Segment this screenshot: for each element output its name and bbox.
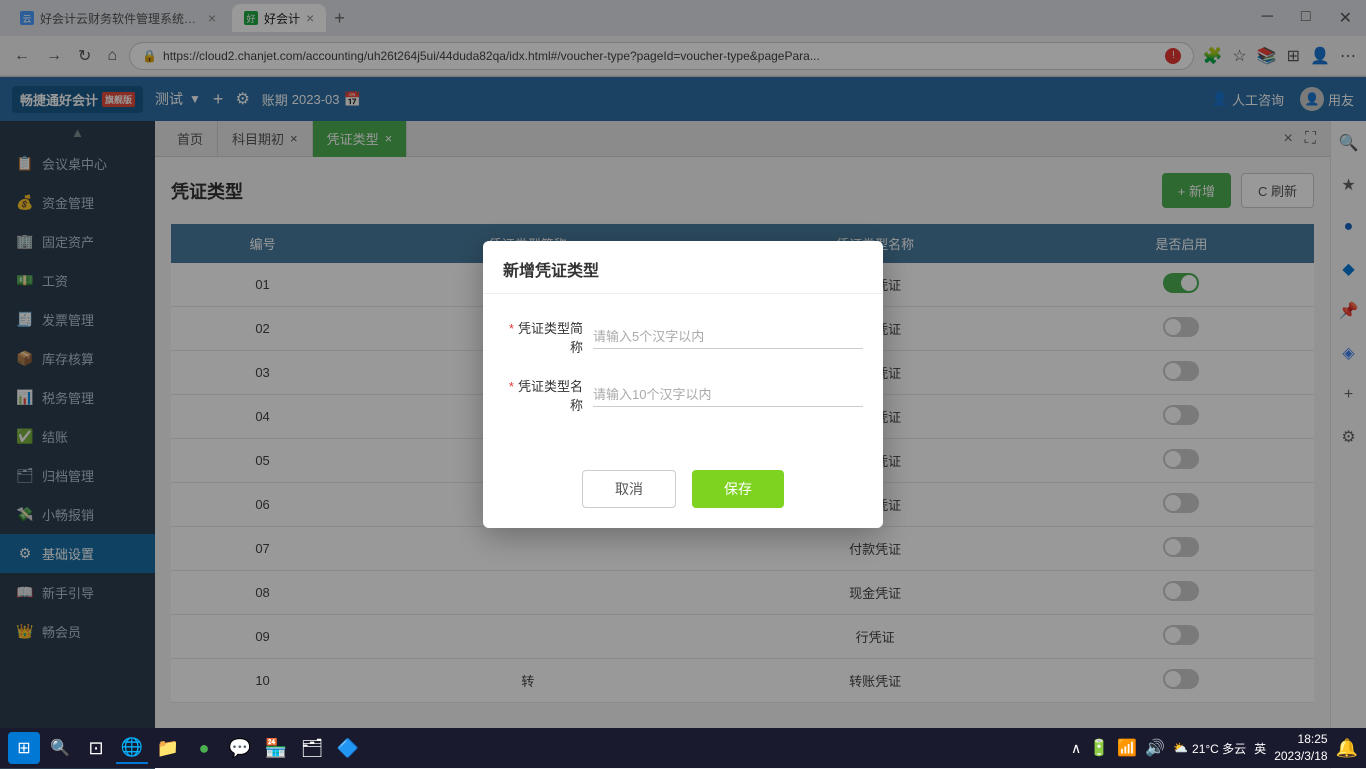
required-mark-abbr: * — [509, 321, 514, 336]
form-label-abbr: *凭证类型简称 — [503, 318, 593, 356]
modal-footer: 取消 保存 — [483, 458, 883, 528]
voucher-name-input[interactable] — [593, 383, 863, 407]
save-label: 保存 — [724, 481, 752, 497]
taskbar-battery-icon[interactable]: 🔋 — [1089, 738, 1109, 758]
taskbar-chrome-icon[interactable]: ● — [188, 732, 220, 764]
taskbar-explorer-icon[interactable]: 📁 — [152, 732, 184, 764]
add-voucher-type-modal: 新增凭证类型 *凭证类型简称 *凭证类型名称 取消 保存 — [483, 241, 883, 528]
save-button[interactable]: 保存 — [692, 470, 784, 508]
taskbar-language-button[interactable]: 英 — [1254, 740, 1266, 757]
modal-body: *凭证类型简称 *凭证类型名称 — [483, 294, 883, 458]
taskbar-datetime[interactable]: 18:25 2023/3/18 — [1274, 731, 1327, 765]
taskbar-notification-icon[interactable]: 🔔 — [1336, 738, 1358, 759]
taskbar-files-icon[interactable]: 🗂 — [296, 732, 328, 764]
taskbar-time-display: 18:25 — [1274, 731, 1327, 748]
modal-overlay: 新增凭证类型 *凭证类型简称 *凭证类型名称 取消 保存 — [0, 0, 1366, 768]
taskbar-date-display: 2023/3/18 — [1274, 748, 1327, 765]
taskbar-search-button[interactable]: 🔍 — [44, 732, 76, 764]
taskbar-edge-icon[interactable]: 🌐 — [116, 732, 148, 764]
taskbar-wifi-icon[interactable]: 📶 — [1117, 738, 1137, 758]
cancel-label: 取消 — [615, 481, 643, 497]
taskbar-appstore-icon[interactable]: 🏪 — [260, 732, 292, 764]
taskbar-sound-icon[interactable]: 🔊 — [1145, 738, 1165, 758]
taskbar-browser2-icon[interactable]: 🔷 — [332, 732, 364, 764]
modal-header: 新增凭证类型 — [483, 241, 883, 294]
taskbar-task-view[interactable]: ⊡ — [80, 732, 112, 764]
taskbar-weather: ⛅ 21°C 多云 — [1173, 740, 1246, 757]
taskbar: ⊞ 🔍 ⊡ 🌐 📁 ● 💬 🏪 🗂 🔷 ∧ 🔋 📶 🔊 ⛅ 21°C 多云 英 … — [0, 728, 1366, 768]
taskbar-wechat-icon[interactable]: 💬 — [224, 732, 256, 764]
weather-text: 21°C 多云 — [1192, 740, 1246, 757]
modal-title: 新增凭证类型 — [503, 263, 599, 280]
voucher-abbr-input[interactable] — [593, 325, 863, 349]
form-label-name: *凭证类型名称 — [503, 376, 593, 414]
weather-icon: ⛅ — [1173, 741, 1188, 755]
form-row-name: *凭证类型名称 — [503, 376, 863, 414]
cancel-button[interactable]: 取消 — [582, 470, 676, 508]
taskbar-right: ∧ 🔋 📶 🔊 ⛅ 21°C 多云 英 18:25 2023/3/18 🔔 — [1071, 731, 1358, 765]
start-button[interactable]: ⊞ — [8, 732, 40, 764]
required-mark-name: * — [509, 379, 514, 394]
taskbar-chevron-icon[interactable]: ∧ — [1071, 740, 1081, 757]
form-row-abbr: *凭证类型简称 — [503, 318, 863, 356]
